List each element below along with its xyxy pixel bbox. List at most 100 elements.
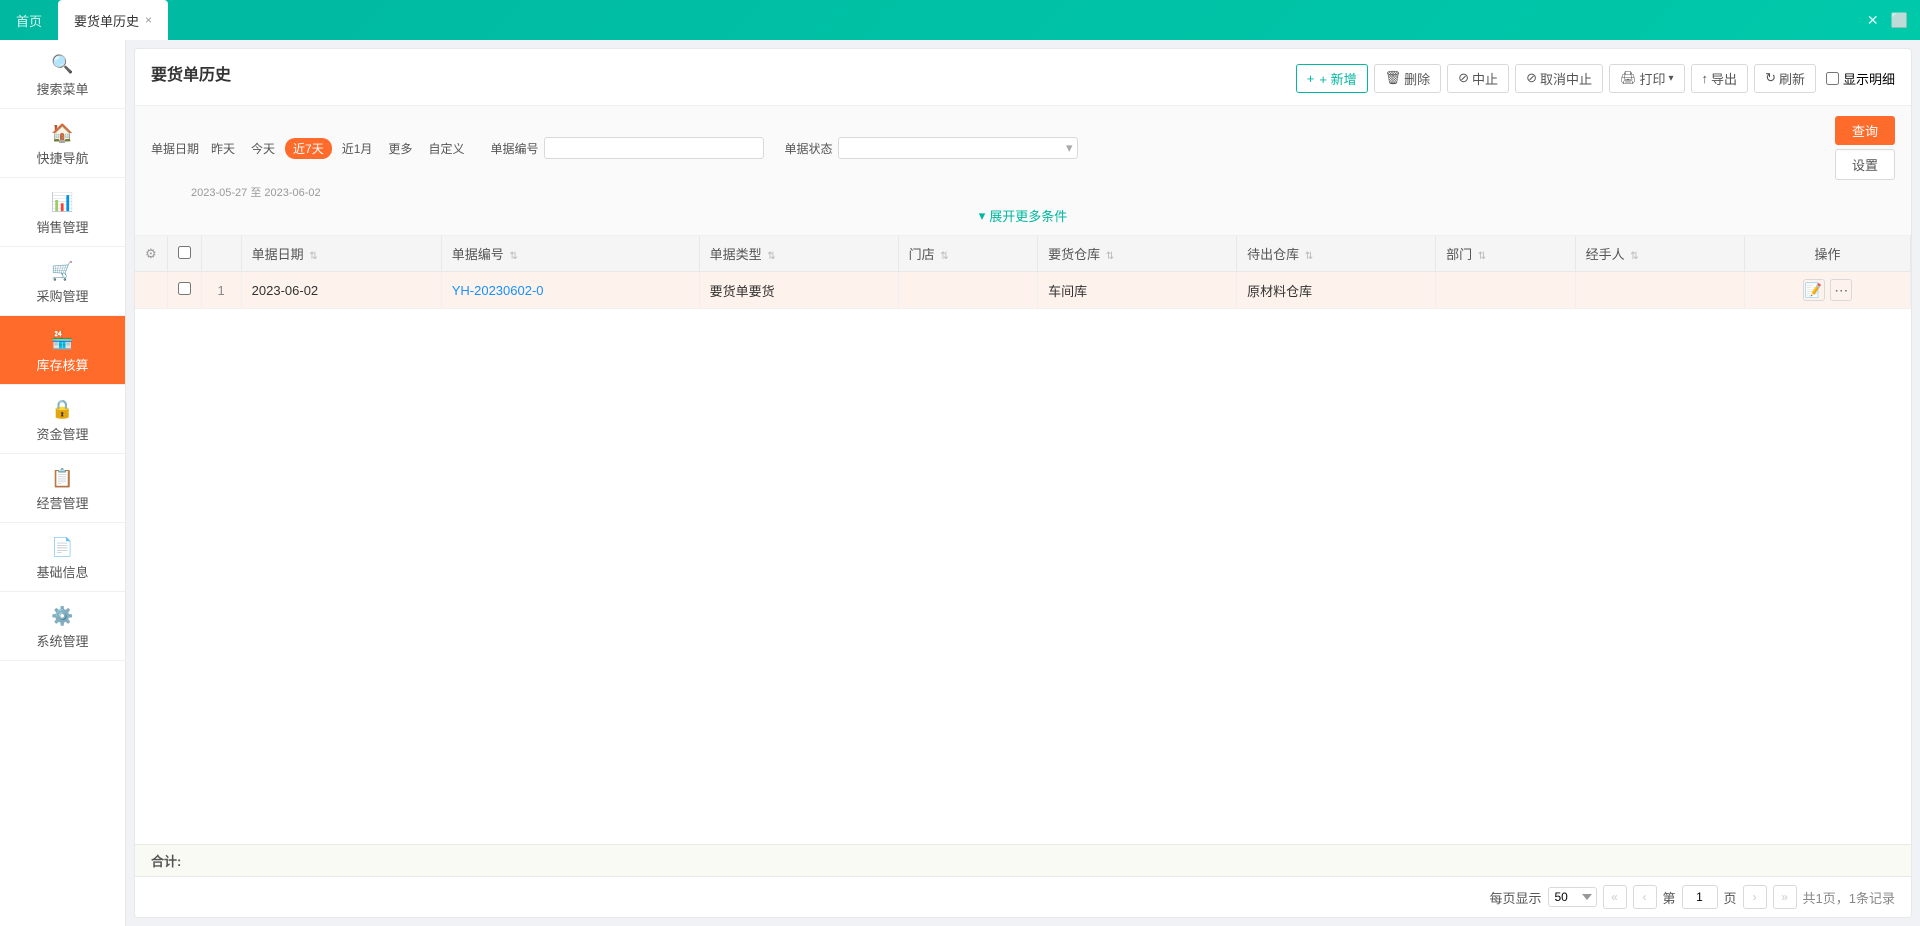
sidebar-item-purchase-mgmt[interactable]: 🛒 采购管理 bbox=[0, 247, 125, 316]
col-checkbox bbox=[167, 236, 201, 272]
sort-department-icon: ⇅ bbox=[1478, 251, 1486, 262]
display-detail-container[interactable]: 显示明细 bbox=[1826, 69, 1895, 88]
filter-row: 单据日期 昨天 今天 近7天 近1月 更多 自定义 单据编号 bbox=[151, 116, 1895, 180]
sidebar-item-basic-info[interactable]: 📄 基础信息 bbox=[0, 523, 125, 592]
page-unit: 页 bbox=[1724, 888, 1737, 907]
doc-status-label: 单据状态 bbox=[784, 140, 832, 157]
tab-bar: 首页 要货单历史 × bbox=[0, 0, 168, 40]
cancel-stop-icon: ⊘ bbox=[1526, 70, 1537, 86]
search-menu-icon: 🔍 bbox=[51, 54, 73, 75]
col-pending-warehouse[interactable]: 待出仓库 ⇅ bbox=[1237, 236, 1436, 272]
first-page-button[interactable]: « bbox=[1603, 885, 1627, 909]
last7days-btn[interactable]: 近7天 bbox=[285, 138, 332, 159]
pagination-bar: 每页显示 50 20 100 « ‹ 第 页 › » 共1页，1条记录 bbox=[135, 876, 1911, 917]
sales-mgmt-icon: 📊 bbox=[51, 192, 73, 213]
sidebar-item-finance-mgmt[interactable]: 🔒 资金管理 bbox=[0, 385, 125, 454]
sort-doc-number-icon: ⇅ bbox=[509, 251, 517, 262]
sidebar-item-inventory[interactable]: 🏪 库存核算 bbox=[0, 316, 125, 385]
cancel-stop-button[interactable]: ⊘ 取消中止 bbox=[1515, 64, 1603, 93]
col-req-warehouse[interactable]: 要货仓库 ⇅ bbox=[1038, 236, 1237, 272]
col-department[interactable]: 部门 ⇅ bbox=[1436, 236, 1576, 272]
display-detail-checkbox[interactable] bbox=[1826, 72, 1839, 85]
tab-home[interactable]: 首页 bbox=[0, 0, 58, 40]
table-header-row: ⚙ 单据日期 ⇅ 单据编号 ⇅ bbox=[135, 236, 1911, 272]
top-bar-right: ✕ ⬜ bbox=[1867, 12, 1920, 29]
query-button[interactable]: 查询 bbox=[1835, 116, 1895, 145]
ops-mgmt-icon: 📋 bbox=[51, 468, 73, 489]
doc-number-link[interactable]: YH-20230602-0 bbox=[452, 283, 544, 298]
quick-date-buttons: 昨天 今天 近7天 近1月 更多 自定义 bbox=[205, 138, 470, 159]
per-page-label: 每页显示 bbox=[1489, 888, 1541, 907]
window-close-icon[interactable]: ✕ bbox=[1867, 12, 1879, 29]
doc-number-input[interactable] bbox=[544, 137, 764, 159]
export-icon: ↑ bbox=[1702, 71, 1709, 86]
sort-handler-icon: ⇅ bbox=[1630, 251, 1638, 262]
date-range-display: 2023-05-27 至 2023-06-02 bbox=[151, 184, 1895, 200]
purchase-mgmt-icon: 🛒 bbox=[51, 261, 73, 282]
page-number-input[interactable] bbox=[1682, 885, 1718, 909]
next-page-button[interactable]: › bbox=[1743, 885, 1767, 909]
row-more-icon[interactable]: ⋯ bbox=[1830, 279, 1852, 301]
filter-area: 单据日期 昨天 今天 近7天 近1月 更多 自定义 单据编号 bbox=[135, 106, 1911, 236]
col-doc-date[interactable]: 单据日期 ⇅ bbox=[241, 236, 441, 272]
new-button[interactable]: + + 新增 bbox=[1296, 64, 1368, 93]
sort-store-icon: ⇅ bbox=[940, 251, 948, 262]
sort-doc-type-icon: ⇅ bbox=[767, 251, 775, 262]
row-edit-icon[interactable]: 📝 bbox=[1803, 279, 1825, 301]
custom-btn[interactable]: 自定义 bbox=[422, 138, 470, 159]
display-detail-label: 显示明细 bbox=[1843, 69, 1895, 88]
page-header: 要货单历史 + + 新增 🗑 删除 ⊘ 中止 ⊘ bbox=[135, 49, 1911, 106]
col-settings[interactable]: ⚙ bbox=[135, 236, 167, 272]
filter-doc-number: 单据编号 bbox=[490, 137, 764, 159]
row-req-warehouse-cell: 车间库 bbox=[1038, 272, 1237, 309]
print-button[interactable]: 🖨 打印 ▾ bbox=[1609, 64, 1685, 93]
basic-info-icon: 📄 bbox=[51, 537, 73, 558]
close-tab-icon[interactable]: × bbox=[145, 13, 152, 27]
delete-icon: 🗑 bbox=[1385, 70, 1402, 86]
setting-button[interactable]: 设置 bbox=[1835, 149, 1895, 180]
sort-req-warehouse-icon: ⇅ bbox=[1106, 251, 1114, 262]
row-operations-cell: 📝 ⋯ bbox=[1744, 272, 1910, 309]
last-page-button[interactable]: » bbox=[1773, 885, 1797, 909]
export-button[interactable]: ↑ 导出 bbox=[1691, 64, 1749, 93]
col-store[interactable]: 门店 ⇅ bbox=[898, 236, 1038, 272]
col-doc-type[interactable]: 单据类型 ⇅ bbox=[699, 236, 898, 272]
sidebar-item-sales-mgmt[interactable]: 📊 销售管理 bbox=[0, 178, 125, 247]
more-btn[interactable]: 更多 bbox=[382, 138, 418, 159]
page-label: 第 bbox=[1663, 888, 1676, 907]
col-doc-number[interactable]: 单据编号 ⇅ bbox=[441, 236, 699, 272]
doc-number-label: 单据编号 bbox=[490, 140, 538, 157]
row-settings-cell bbox=[135, 272, 167, 309]
select-all-checkbox[interactable] bbox=[178, 246, 191, 259]
today-btn[interactable]: 今天 bbox=[245, 138, 281, 159]
tab-requisition-history[interactable]: 要货单历史 × bbox=[58, 0, 168, 40]
finance-mgmt-icon: 🔒 bbox=[51, 399, 73, 420]
row-doc-number-cell: YH-20230602-0 bbox=[441, 272, 699, 309]
yesterday-btn[interactable]: 昨天 bbox=[205, 138, 241, 159]
print-dropdown-icon: ▾ bbox=[1669, 73, 1674, 84]
sidebar-item-quick-nav[interactable]: 🏠 快捷导航 bbox=[0, 109, 125, 178]
row-pending-warehouse-cell: 原材料仓库 bbox=[1237, 272, 1436, 309]
stop-button[interactable]: ⊘ 中止 bbox=[1447, 64, 1509, 93]
prev-page-button[interactable]: ‹ bbox=[1633, 885, 1657, 909]
sidebar-item-system-mgmt[interactable]: ⚙️ 系统管理 bbox=[0, 592, 125, 661]
row-store-cell bbox=[898, 272, 1038, 309]
refresh-button[interactable]: ↻ 刷新 bbox=[1754, 64, 1816, 93]
sidebar-item-search-menu[interactable]: 🔍 搜索菜单 bbox=[0, 40, 125, 109]
delete-button[interactable]: 🗑 删除 bbox=[1374, 64, 1442, 93]
expand-more-btn[interactable]: ▾ 展开更多条件 bbox=[151, 206, 1895, 225]
main-layout: 🔍 搜索菜单 🏠 快捷导航 📊 销售管理 🛒 采购管理 🏪 库存核算 🔒 资金管… bbox=[0, 40, 1920, 926]
doc-status-input[interactable] bbox=[838, 137, 1078, 159]
window-maximize-icon[interactable]: ⬜ bbox=[1891, 12, 1908, 29]
expand-icon: ▾ bbox=[979, 208, 986, 224]
top-bar: 首页 要货单历史 × ✕ ⬜ bbox=[0, 0, 1920, 40]
col-handler[interactable]: 经手人 ⇅ bbox=[1575, 236, 1744, 272]
row-checkbox[interactable] bbox=[178, 282, 191, 295]
date-range-text: 2023-05-27 至 2023-06-02 bbox=[191, 187, 321, 199]
last1month-btn[interactable]: 近1月 bbox=[336, 138, 379, 159]
page-total-info: 共1页，1条记录 bbox=[1803, 888, 1895, 907]
row-checkbox-cell[interactable] bbox=[167, 272, 201, 309]
sidebar-item-ops-mgmt[interactable]: 📋 经营管理 bbox=[0, 454, 125, 523]
per-page-select[interactable]: 50 20 100 bbox=[1548, 887, 1597, 907]
data-table: ⚙ 单据日期 ⇅ 单据编号 ⇅ bbox=[135, 236, 1911, 309]
